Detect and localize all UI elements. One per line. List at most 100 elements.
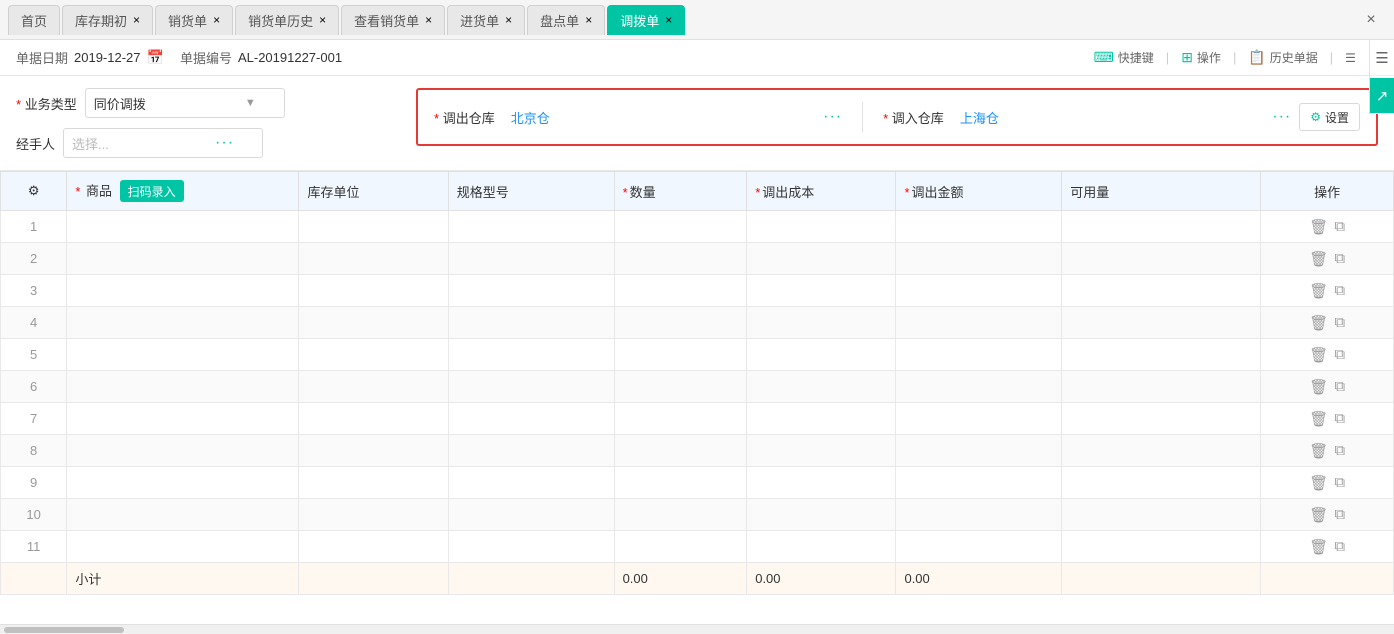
copy-icon-4[interactable]: ⧉ [1334,314,1345,331]
row-qty-5[interactable] [614,339,747,371]
copy-icon-1[interactable]: ⧉ [1334,218,1345,235]
tab-inventory-check[interactable]: 盘点单 × [527,5,605,35]
row-product-6[interactable] [67,371,299,403]
delete-icon-9[interactable]: 🗑 [1309,474,1328,492]
row-cost-11[interactable] [747,531,896,563]
row-qty-2[interactable] [614,243,747,275]
tab-sales-history[interactable]: 销货单历史 × [235,5,339,35]
table-wrapper: ⚙ 商品 扫码录入 库存单位 规格型号 数量 调出成本 调出金额 可用量 操作 … [0,171,1394,624]
transfer-in-more-icon[interactable]: ··· [1272,108,1291,126]
delete-icon-4[interactable]: 🗑 [1309,314,1328,332]
tab-purchase-order-close[interactable]: × [505,14,512,26]
delete-icon-1[interactable]: 🗑 [1309,218,1328,236]
table-row: 4🗑⧉ [1,307,1394,339]
row-qty-9[interactable] [614,467,747,499]
tab-inventory-check-close[interactable]: × [585,14,592,26]
tab-home-label: 首页 [21,11,47,30]
copy-icon-5[interactable]: ⧉ [1334,346,1345,363]
copy-icon-6[interactable]: ⧉ [1334,378,1345,395]
row-cost-6[interactable] [747,371,896,403]
transfer-in-label: * 调入仓库 [883,108,952,127]
copy-icon-9[interactable]: ⧉ [1334,474,1345,491]
copy-icon-2[interactable]: ⧉ [1334,250,1345,267]
copy-icon-3[interactable]: ⧉ [1334,282,1345,299]
delete-icon-11[interactable]: 🗑 [1309,538,1328,556]
row-cost-8[interactable] [747,435,896,467]
row-cost-1[interactable] [747,211,896,243]
copy-icon-8[interactable]: ⧉ [1334,442,1345,459]
row-product-3[interactable] [67,275,299,307]
delete-icon-6[interactable]: 🗑 [1309,378,1328,396]
copy-icon-11[interactable]: ⧉ [1334,538,1345,555]
transfer-out-value: 北京仓 [511,108,550,127]
tab-sales-order-close[interactable]: × [213,14,220,26]
row-cost-7[interactable] [747,403,896,435]
business-type-select[interactable]: 同价调拨 ▼ [85,88,285,118]
delete-icon-7[interactable]: 🗑 [1309,410,1328,428]
row-product-9[interactable] [67,467,299,499]
scrollbar-track[interactable] [0,624,1394,634]
row-qty-8[interactable] [614,435,747,467]
more-icon[interactable]: ··· [215,134,234,152]
row-product-8[interactable] [67,435,299,467]
row-spec-2 [448,243,614,275]
row-product-10[interactable] [67,499,299,531]
settings-button[interactable]: ⚙ 设置 [1299,103,1360,131]
tab-inventory-init[interactable]: 库存期初 × [62,5,153,35]
transfer-out-more-icon[interactable]: ··· [823,108,842,126]
tab-inventory-init-close[interactable]: × [133,14,140,26]
row-qty-10[interactable] [614,499,747,531]
row-qty-1[interactable] [614,211,747,243]
tab-home[interactable]: 首页 [8,5,60,35]
tab-view-sales[interactable]: 查看销货单 × [341,5,445,35]
row-qty-4[interactable] [614,307,747,339]
row-actions-4: 🗑⧉ [1261,307,1394,339]
col-header-actions: 操作 [1261,172,1394,211]
row-product-5[interactable] [67,339,299,371]
scrollbar-thumb[interactable] [4,627,124,633]
row-spec-1 [448,211,614,243]
row-cost-5[interactable] [747,339,896,371]
handler-select[interactable]: 选择... ··· [63,128,263,158]
copy-icon-7[interactable]: ⧉ [1334,410,1345,427]
row-qty-11[interactable] [614,531,747,563]
scan-button[interactable]: 扫码录入 [120,180,184,202]
tab-sales-history-close[interactable]: × [319,14,326,26]
col-header-settings[interactable]: ⚙ [1,172,67,211]
row-cost-10[interactable] [747,499,896,531]
delete-icon-8[interactable]: 🗑 [1309,442,1328,460]
tab-view-sales-close[interactable]: × [425,14,432,26]
history-button[interactable]: 📋 历史单据 [1248,49,1317,66]
layout-button-1[interactable]: ☰ [1345,51,1356,65]
delete-icon-3[interactable]: 🗑 [1309,282,1328,300]
row-amount-11 [896,531,1062,563]
row-actions-1: 🗑⧉ [1261,211,1394,243]
row-product-7[interactable] [67,403,299,435]
operations-button[interactable]: ⊞ 操作 [1181,49,1221,66]
row-qty-6[interactable] [614,371,747,403]
delete-icon-10[interactable]: 🗑 [1309,506,1328,524]
tab-purchase-order[interactable]: 进货单 × [447,5,525,35]
row-product-4[interactable] [67,307,299,339]
row-product-1[interactable] [67,211,299,243]
row-qty-3[interactable] [614,275,747,307]
calendar-icon[interactable]: 📅 [147,49,164,66]
copy-icon-10[interactable]: ⧉ [1334,506,1345,523]
row-cost-2[interactable] [747,243,896,275]
row-cost-3[interactable] [747,275,896,307]
row-cost-4[interactable] [747,307,896,339]
side-panel-export-icon[interactable]: ↗ [1370,78,1394,114]
row-cost-9[interactable] [747,467,896,499]
delete-icon-2[interactable]: 🗑 [1309,250,1328,268]
row-product-11[interactable] [67,531,299,563]
transfer-out-label: * 调出仓库 [434,108,503,127]
tab-transfer-order[interactable]: 调拨单 × [607,5,685,35]
window-close-button[interactable]: × [1356,5,1386,35]
shortcuts-button[interactable]: ⌨ 快捷键 [1094,49,1154,66]
side-panel-list-icon[interactable]: ☰ [1370,40,1394,76]
row-product-2[interactable] [67,243,299,275]
tab-sales-order[interactable]: 销货单 × [155,5,233,35]
row-qty-7[interactable] [614,403,747,435]
tab-transfer-order-close[interactable]: × [665,14,672,26]
delete-icon-5[interactable]: 🗑 [1309,346,1328,364]
